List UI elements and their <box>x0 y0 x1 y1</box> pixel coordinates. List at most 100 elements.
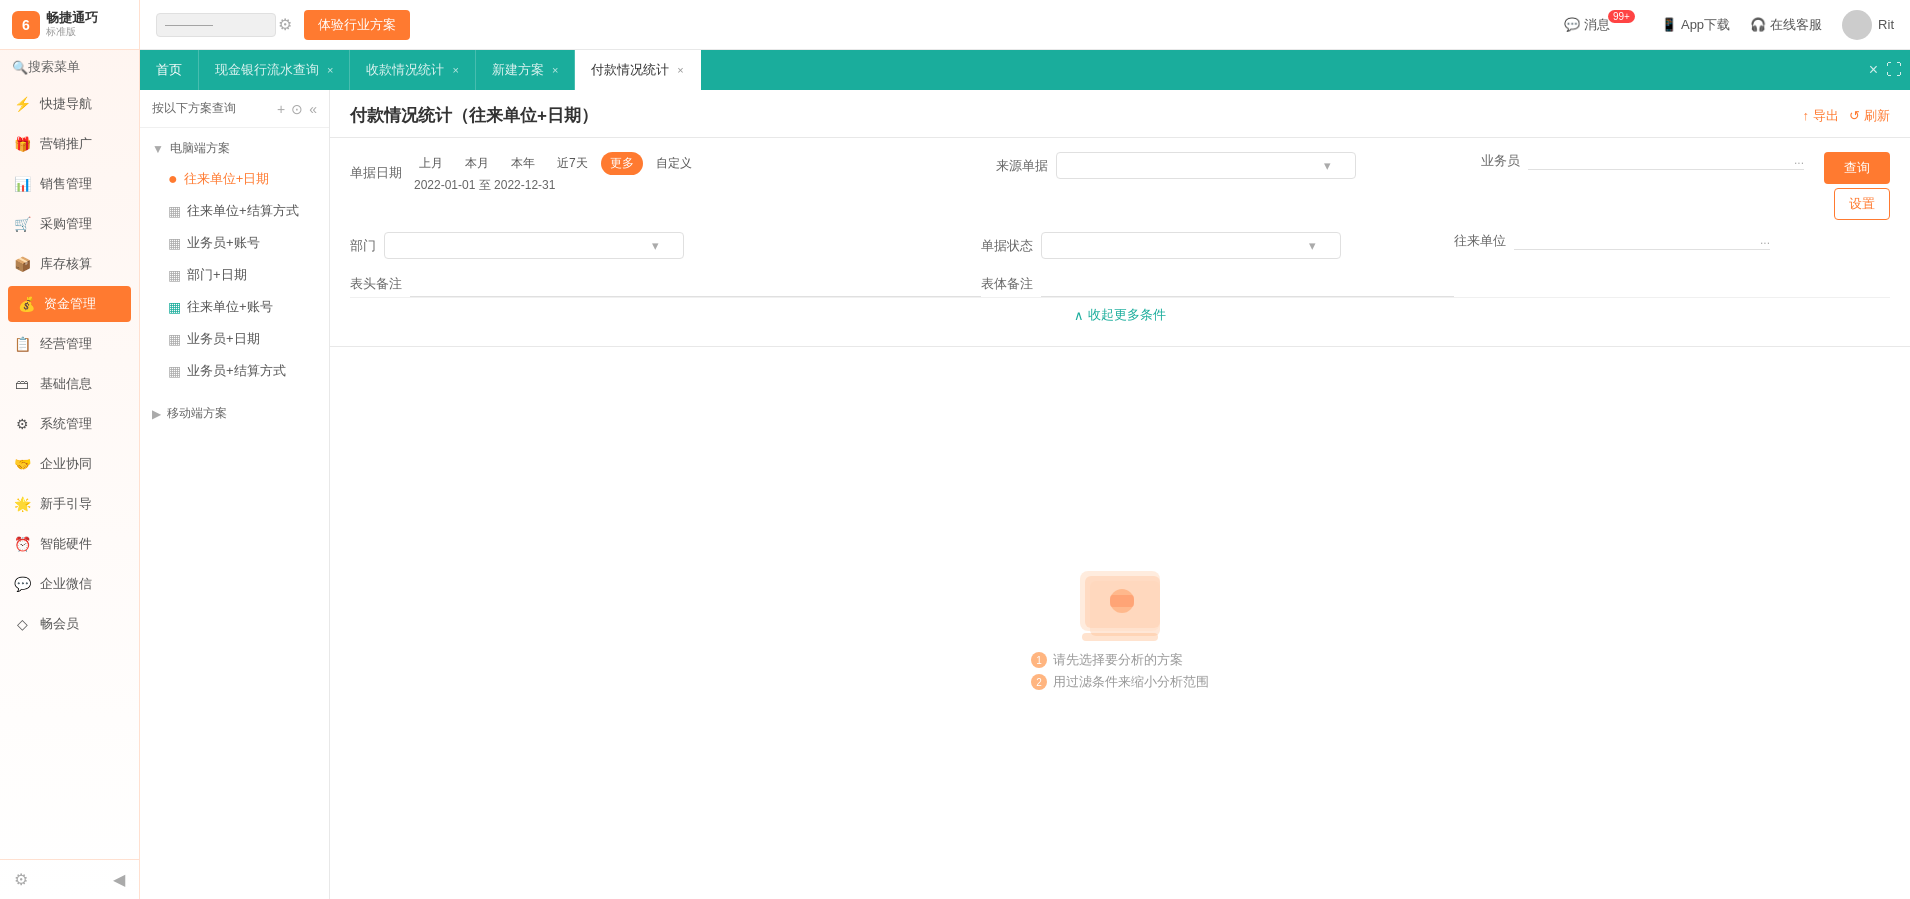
source-select[interactable]: ▾ <box>1056 152 1356 179</box>
tab-pay-label: 付款情况统计 <box>591 61 669 79</box>
message-icon: 💬 <box>1564 17 1580 32</box>
scheme-icon-5: ▦ <box>168 331 181 347</box>
basic-icon: 🗃 <box>12 374 32 394</box>
date-btn-this-year[interactable]: 本年 <box>502 152 544 175</box>
sidebar-item-label: 资金管理 <box>44 295 96 313</box>
collapse-filters-btn[interactable]: ∧ 收起更多条件 <box>350 297 1890 332</box>
service-icon: 🎧 <box>1750 17 1766 32</box>
page-header-actions: ↑ 导出 ↺ 刷新 <box>1803 107 1891 125</box>
sidebar-search[interactable]: 🔍 搜索菜单 <box>0 50 139 84</box>
avatar <box>1842 10 1872 40</box>
unit-ellipsis[interactable]: ... <box>1760 233 1770 247</box>
date-btn-this-month[interactable]: 本月 <box>456 152 498 175</box>
sidebar-item-purchase[interactable]: 🛒 采购管理 <box>0 204 139 244</box>
scheme-item-staff-settle[interactable]: ▦ 业务员+结算方式 <box>140 355 329 387</box>
service-btn[interactable]: 🎧 在线客服 <box>1750 16 1822 34</box>
dept-select[interactable]: ▾ <box>384 232 684 259</box>
sidebar-item-smart[interactable]: ⏰ 智能硬件 <box>0 524 139 564</box>
filter-source: 来源单据 ▾ <box>996 152 1481 179</box>
scheme-item-unit-date[interactable]: ● 往来单位+日期 <box>140 163 329 195</box>
mobile-group-header[interactable]: ▶ 移动端方案 <box>140 399 329 428</box>
panel-collapse-icon[interactable]: « <box>309 101 317 117</box>
unit-label: 往来单位 <box>1454 232 1506 250</box>
sidebar-item-quick-nav[interactable]: ⚡ 快捷导航 <box>0 84 139 124</box>
date-btn-custom[interactable]: 自定义 <box>647 152 701 175</box>
sidebar-item-system[interactable]: ⚙ 系统管理 <box>0 404 139 444</box>
sidebar-item-label: 采购管理 <box>40 215 92 233</box>
sidebar-item-marketing[interactable]: 🎁 营销推广 <box>0 124 139 164</box>
settings-button[interactable]: 设置 <box>1834 188 1890 220</box>
filter-row-2: 部门 ▾ 单据状态 ▾ 往来单位 <box>350 232 1890 259</box>
staff-ellipsis[interactable]: ... <box>1794 153 1804 167</box>
scheme-icon-2: ▦ <box>168 235 181 251</box>
query-button[interactable]: 查询 <box>1824 152 1890 184</box>
tab-pay-stat[interactable]: 付款情况统计 × <box>575 50 700 90</box>
date-btn-last-month[interactable]: 上月 <box>410 152 452 175</box>
sidebar-collapse-icon[interactable]: ◀ <box>113 870 125 889</box>
scheme-label: 往来单位+账号 <box>187 298 273 316</box>
scheme-label: 业务员+结算方式 <box>187 362 286 380</box>
sidebar-item-member[interactable]: ◇ 畅会员 <box>0 604 139 644</box>
scheme-item-dept-date[interactable]: ▦ 部门+日期 <box>140 259 329 291</box>
scheme-label: 往来单位+结算方式 <box>187 202 299 220</box>
left-panel: 按以下方案查询 + ⊙ « ▼ 电脑端方案 ● 往来单位+日期 ▦ <box>140 90 330 899</box>
sidebar-item-inventory[interactable]: 📦 库存核算 <box>0 244 139 284</box>
username: Rit <box>1878 17 1894 32</box>
tab-pay-close[interactable]: × <box>677 64 683 76</box>
scheme-item-unit-settle[interactable]: ▦ 往来单位+结算方式 <box>140 195 329 227</box>
messages-btn[interactable]: 💬 消息 99+ <box>1564 16 1641 34</box>
tab-bank[interactable]: 现金银行流水查询 × <box>199 50 350 90</box>
tab-new-scheme[interactable]: 新建方案 × <box>476 50 575 90</box>
tab-close-all-icon[interactable]: × <box>1869 61 1878 79</box>
sidebar-item-funds[interactable]: 💰 资金管理 <box>8 286 131 322</box>
member-icon: ◇ <box>12 614 32 634</box>
date-btn-7days[interactable]: 近7天 <box>548 152 597 175</box>
empty-hints: 1 请先选择要分析的方案 2 用过滤条件来缩小分析范围 <box>1031 647 1209 695</box>
sidebar-item-sales[interactable]: 📊 销售管理 <box>0 164 139 204</box>
export-btn[interactable]: ↑ 导出 <box>1803 107 1840 125</box>
topbar-gear-icon[interactable]: ⚙ <box>278 15 292 34</box>
sidebar-item-operation[interactable]: 📋 经营管理 <box>0 324 139 364</box>
bill-status-arrow: ▾ <box>1309 238 1316 253</box>
tab-payment-close[interactable]: × <box>452 64 458 76</box>
scheme-item-staff-account[interactable]: ▦ 业务员+账号 <box>140 227 329 259</box>
sidebar-item-wechat[interactable]: 💬 企业微信 <box>0 564 139 604</box>
company-select[interactable]: ———— <box>156 13 276 37</box>
refresh-btn[interactable]: ↺ 刷新 <box>1849 107 1890 125</box>
tab-new-close[interactable]: × <box>552 64 558 76</box>
company-select-area[interactable]: ———— ▾ <box>156 13 266 37</box>
tab-bank-close[interactable]: × <box>327 64 333 76</box>
scheme-item-staff-date[interactable]: ▦ 业务员+日期 <box>140 323 329 355</box>
scheme-item-unit-account[interactable]: ▦ 往来单位+账号 <box>140 291 329 323</box>
sidebar-search-label: 搜索菜单 <box>28 58 80 76</box>
sidebar-settings-icon[interactable]: ⚙ <box>14 870 28 889</box>
date-btn-more[interactable]: 更多 <box>601 152 643 175</box>
trial-button[interactable]: 体验行业方案 <box>304 10 410 40</box>
left-panel-icons: + ⊙ « <box>277 101 317 117</box>
tab-home[interactable]: 首页 <box>140 50 199 90</box>
sidebar-item-enterprise[interactable]: 🤝 企业协同 <box>0 444 139 484</box>
pc-group-header[interactable]: ▼ 电脑端方案 <box>140 134 329 163</box>
add-scheme-icon[interactable]: + <box>277 101 285 117</box>
scheme-settings-icon[interactable]: ⊙ <box>291 101 303 117</box>
sidebar-item-label: 经营管理 <box>40 335 92 353</box>
user-area[interactable]: Rit <box>1842 10 1894 40</box>
mobile-scheme-group: ▶ 移动端方案 <box>140 393 329 434</box>
filter-body-note: 表体备注 <box>981 271 1454 297</box>
app-download-btn[interactable]: 📱 App下载 <box>1661 16 1730 34</box>
hint-num-1: 1 <box>1031 652 1047 668</box>
sidebar-item-guide[interactable]: 🌟 新手引导 <box>0 484 139 524</box>
body-note-label: 表体备注 <box>981 275 1033 293</box>
filter-header-note: 表头备注 <box>350 271 981 297</box>
bill-status-select[interactable]: ▾ <box>1041 232 1341 259</box>
sidebar-item-basic[interactable]: 🗃 基础信息 <box>0 364 139 404</box>
sidebar-nav: ⚡ 快捷导航 🎁 营销推广 📊 销售管理 🛒 采购管理 📦 库存核算 💰 资金管… <box>0 84 139 859</box>
search-icon: 🔍 <box>12 60 28 75</box>
date-range-value: 2022-01-01 至 2022-12-31 <box>414 177 701 194</box>
app-logo-icon: 6 <box>12 11 40 39</box>
scheme-icon-6: ▦ <box>168 363 181 379</box>
tabbar: 首页 现金银行流水查询 × 收款情况统计 × 新建方案 × 付款情况统计 × ×… <box>140 50 1910 90</box>
date-label: 单据日期 <box>350 164 402 182</box>
tab-payment-stat[interactable]: 收款情况统计 × <box>350 50 475 90</box>
tab-expand-icon[interactable]: ⛶ <box>1886 61 1902 79</box>
